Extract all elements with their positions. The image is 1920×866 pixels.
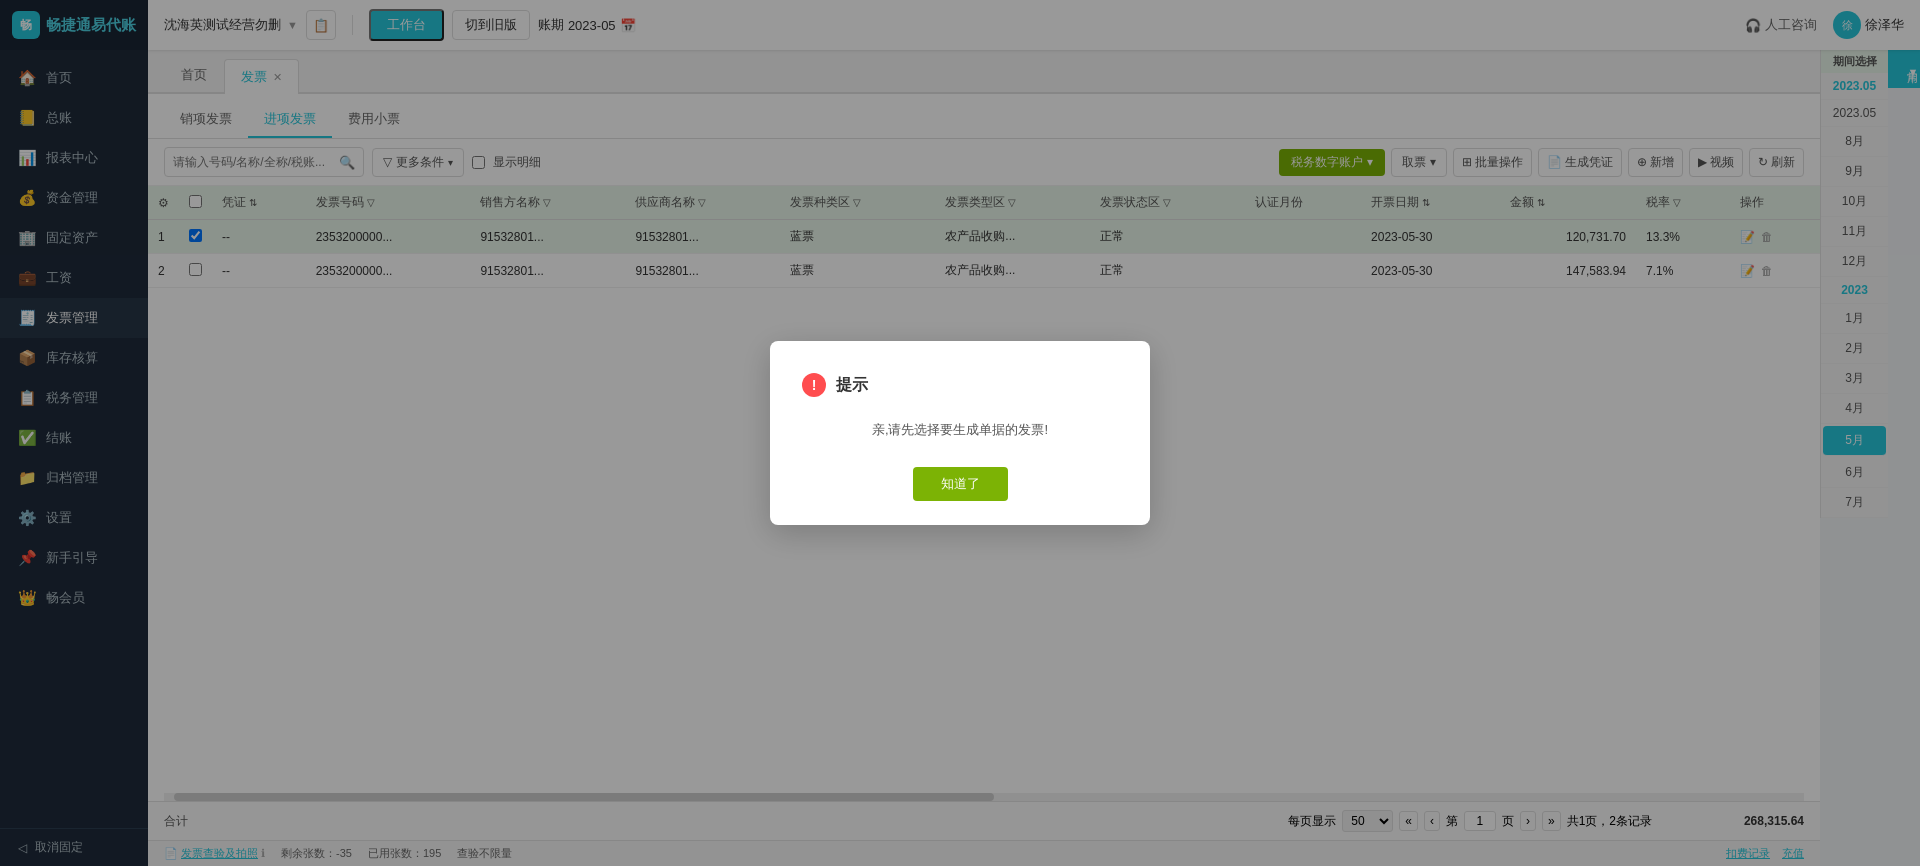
modal-title-row: ! 提示 bbox=[802, 373, 1118, 397]
modal-dialog: ! 提示 亲,请先选择要生成单据的发票! 知道了 bbox=[770, 341, 1150, 525]
modal-title-text: 提示 bbox=[836, 375, 868, 396]
modal-footer: 知道了 bbox=[802, 467, 1118, 501]
confirm-btn[interactable]: 知道了 bbox=[913, 467, 1008, 501]
modal-body: 亲,请先选择要生成单据的发票! bbox=[802, 421, 1118, 439]
warning-icon: ! bbox=[802, 373, 826, 397]
modal-message: 亲,请先选择要生成单据的发票! bbox=[872, 422, 1048, 437]
modal-overlay: ! 提示 亲,请先选择要生成单据的发票! 知道了 bbox=[0, 0, 1920, 866]
